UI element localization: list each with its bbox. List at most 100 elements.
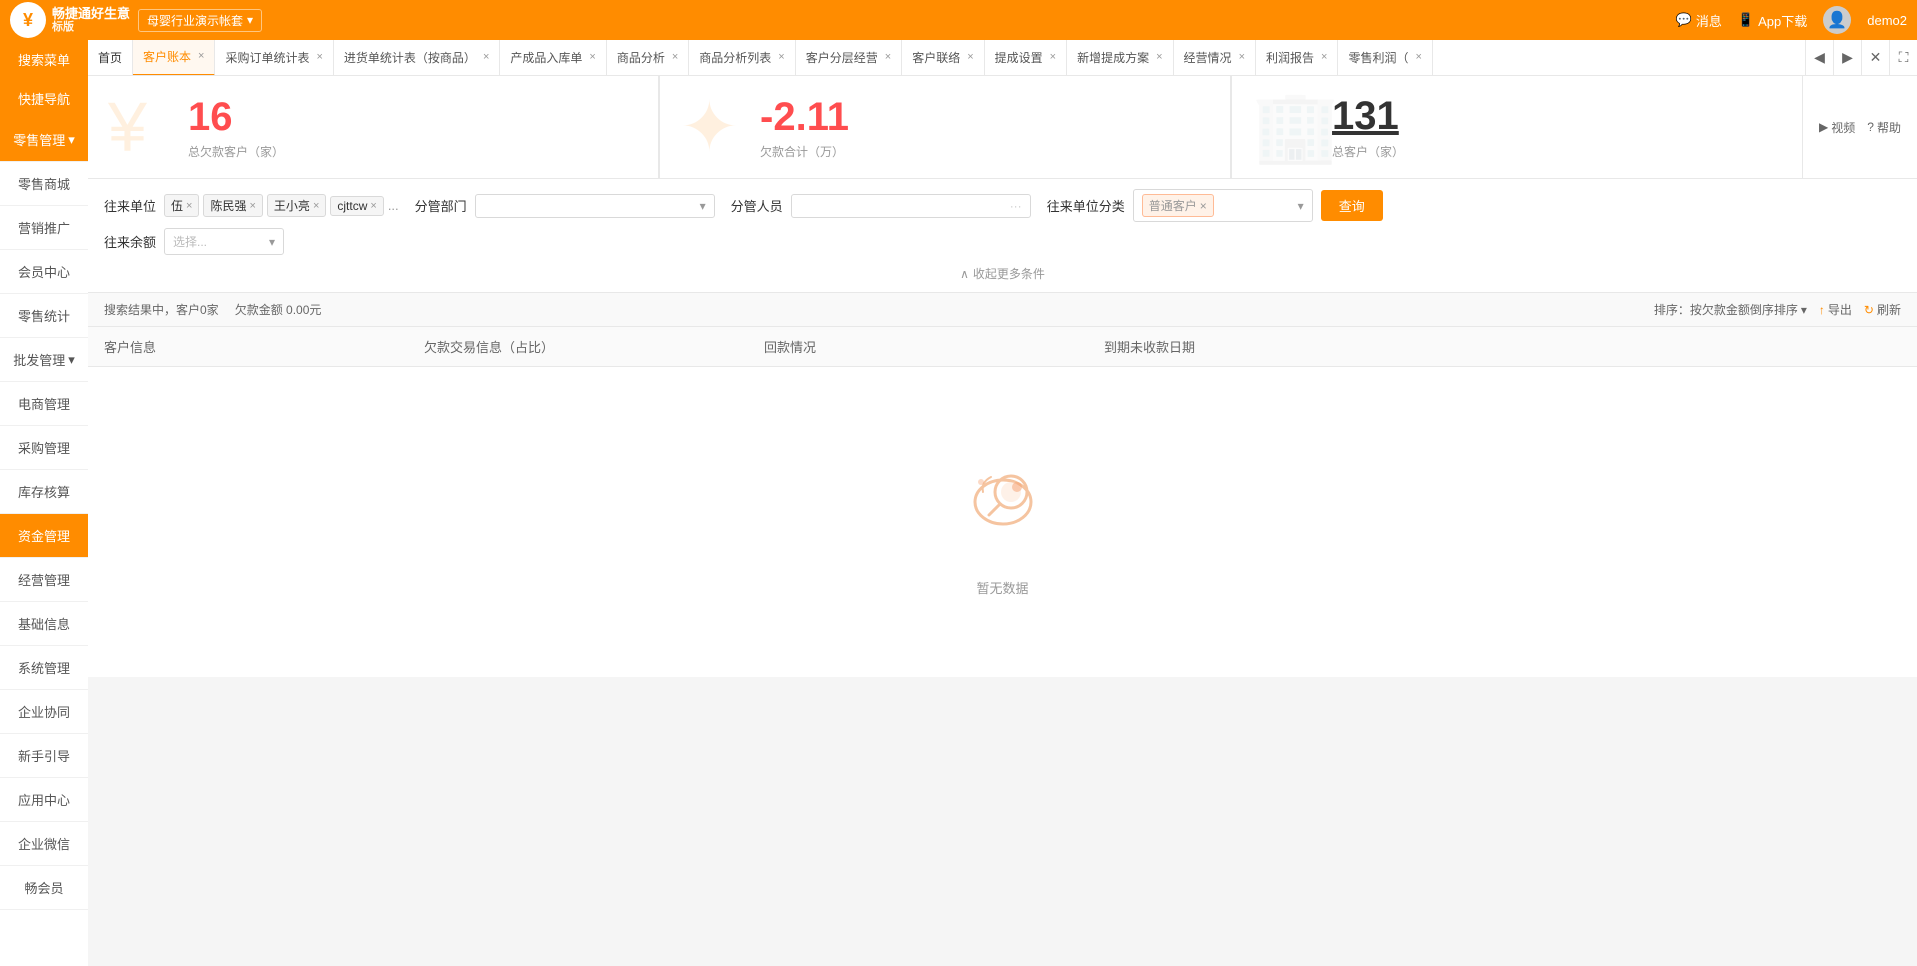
sidebar-item-operations[interactable]: 经营管理 [0,558,88,602]
sidebar-item-wechat[interactable]: 企业微信 [0,822,88,866]
message-button[interactable]: 💬 消息 [1676,11,1722,30]
tab-cost-entry[interactable]: 产成品入库单 × [500,40,606,76]
logo-text: 畅捷通好生意 标版 [52,6,130,35]
filter-bar: 往来单位 伍 × 陈民强 × 王小亮 [88,179,1917,293]
empty-state: 暂无数据 [88,367,1917,677]
tab-customer-contact[interactable]: 客户联络 × [902,40,984,76]
filter-dept-select[interactable]: ▾ [475,194,715,218]
page-content: ¥ 16 总欠款客户（家） ✦ -2.11 欠款合计（万） 🏢 131 [88,76,1917,966]
sidebar-item-batch-mgmt[interactable]: 批发管理▾ [0,338,88,382]
sidebar-quicknav[interactable]: 快捷导航 [0,79,88,118]
filter-tag-cjttcw[interactable]: cjttcw × [330,196,383,216]
app-container: ¥ 畅捷通好生意 标版 母婴行业演示帐套 ▾ 💬 消息 📱 App下载 👤 de [0,0,1917,966]
tab-scroll-left[interactable]: ◀ [1805,40,1833,76]
filter-unittype-select[interactable]: 普通客户 × ▾ [1133,189,1313,222]
tab-close-new-promotion[interactable]: × [1156,52,1162,63]
sidebar-item-ecommerce[interactable]: 电商管理 [0,382,88,426]
tab-scroll-right[interactable]: ▶ [1833,40,1861,76]
export-button[interactable]: ↑ 导出 [1819,301,1852,318]
help-button[interactable]: ? 帮助 [1867,119,1901,136]
collapse-button[interactable]: ∧ 收起更多条件 [104,261,1901,282]
app-download-button[interactable]: 📱 App下载 [1738,11,1807,30]
tag-close-wu[interactable]: × [186,200,192,212]
tab-customer-capital[interactable]: 客户账本 × [133,40,215,76]
tab-product-analysis[interactable]: 商品分析 × [607,40,689,76]
tab-new-promotion[interactable]: 新增提成方案 × [1067,40,1173,76]
sidebar-item-inventory[interactable]: 库存核算 [0,470,88,514]
stats-bar-actions: ▶ 视频 ? 帮助 [1803,76,1917,178]
avatar[interactable]: 👤 [1823,6,1851,34]
tab-promotion-settings[interactable]: 提成设置 × [985,40,1067,76]
username: demo2 [1867,13,1907,28]
sidebar-item-enterprise[interactable]: 企业协同 [0,690,88,734]
stat-label-clients: 总客户（家） [1332,143,1404,160]
tab-retail-profit[interactable]: 零售利润（ × [1338,40,1432,76]
query-button[interactable]: 查询 [1321,190,1383,221]
sidebar-item-retail-mgmt[interactable]: 零售管理 ▾ [0,118,88,162]
filter-dept-label: 分管部门 [415,196,467,215]
tag-close-unittype[interactable]: × [1200,199,1207,213]
refresh-button[interactable]: ↻ 刷新 [1864,301,1901,318]
tab-inventory-stats[interactable]: 进货单统计表（按商品） × [334,40,500,76]
tab-close-all[interactable]: ✕ [1861,40,1889,76]
results-count: 搜索结果中，客户0家 [104,301,219,318]
tab-close-product-analysis-list[interactable]: × [778,52,784,63]
filter-more-units[interactable]: ... [388,198,399,213]
stat-total-debt: ✦ -2.11 欠款合计（万） [660,76,1231,178]
filter-tag-selected-unittype[interactable]: 普通客户 × [1142,194,1214,217]
sidebar-item-appcenter[interactable]: 应用中心 [0,778,88,822]
tab-close-product-analysis[interactable]: × [672,52,678,63]
tab-profit-report[interactable]: 利润报告 × [1256,40,1338,76]
filter-tag-wu[interactable]: 伍 × [164,194,199,217]
sidebar-item-newbie[interactable]: 新手引导 [0,734,88,778]
sort-chevron-icon: ▾ [1801,303,1807,317]
tab-close-promotion-settings[interactable]: × [1050,52,1056,63]
empty-text: 暂无数据 [976,578,1028,597]
sidebar-item-member[interactable]: 会员中心 [0,250,88,294]
tab-close-profit-report[interactable]: × [1321,52,1327,63]
sidebar-item-retail-stats[interactable]: 零售统计 [0,294,88,338]
tab-customer-tier[interactable]: 客户分层经营 × [796,40,902,76]
tag-close-wang[interactable]: × [313,200,319,212]
logo: ¥ 畅捷通好生意 标版 [10,2,130,38]
main-layout: 搜索菜单 快捷导航 零售管理 ▾ 零售商城 营销推广 会员中心 零售统计 批发管… [0,40,1917,966]
sidebar-item-purchase[interactable]: 采购管理 [0,426,88,470]
tab-home[interactable]: 首页 [88,40,133,76]
tab-purchase-order[interactable]: 采购订单统计表 × [215,40,333,76]
sidebar-item-funds[interactable]: 资金管理 [0,514,88,558]
filter-tag-wang[interactable]: 王小亮 × [267,194,326,217]
sidebar: 搜索菜单 快捷导航 零售管理 ▾ 零售商城 营销推广 会员中心 零售统计 批发管… [0,40,88,966]
tab-close-customer-tier[interactable]: × [885,52,891,63]
tab-close-retail-profit[interactable]: × [1415,52,1421,63]
stat-total-clients: 🏢 131 总客户（家） [1232,76,1803,178]
stat-value-debt: -2.11 [760,95,849,139]
video-help-button[interactable]: ▶ 视频 [1819,119,1855,136]
col-header-customer: 客户信息 [104,337,424,356]
sidebar-item-system[interactable]: 系统管理 [0,646,88,690]
tab-fullscreen[interactable]: ⛶ [1889,40,1917,76]
data-table: 客户信息 欠款交易信息（占比） 回款情况 到期未收款日期 [88,327,1917,677]
filter-row-1: 往来单位 伍 × 陈民强 × 王小亮 [104,189,1901,222]
tab-close-customer-capital[interactable]: × [198,51,204,62]
tab-close-purchase-order[interactable]: × [316,52,322,63]
sidebar-item-basics[interactable]: 基础信息 [0,602,88,646]
tab-close-operations-status[interactable]: × [1239,52,1245,63]
filter-balance-select[interactable]: 选择... ▾ [164,228,284,255]
company-dropdown[interactable]: 母婴行业演示帐套 ▾ [138,9,262,32]
tag-close-cjttcw[interactable]: × [370,200,376,212]
results-debt-total: 欠款金额 0.00元 [235,301,322,318]
tag-close-chen[interactable]: × [249,200,255,212]
table-header: 客户信息 欠款交易信息（占比） 回款情况 到期未收款日期 [88,327,1917,367]
sidebar-item-vip[interactable]: 畅会员 [0,866,88,910]
tab-product-analysis-list[interactable]: 商品分析列表 × [689,40,795,76]
sidebar-item-retail-mall[interactable]: 零售商城 [0,162,88,206]
sidebar-item-marketing[interactable]: 营销推广 [0,206,88,250]
tab-close-cost-entry[interactable]: × [589,52,595,63]
filter-tag-chen[interactable]: 陈民强 × [203,194,262,217]
tab-close-inventory-stats[interactable]: × [483,52,489,63]
sort-selector[interactable]: 排序：按欠款金额倒序排序 ▾ [1654,301,1807,318]
tab-operations-status[interactable]: 经营情况 × [1174,40,1256,76]
tab-close-customer-contact[interactable]: × [967,52,973,63]
filter-person-select[interactable]: ··· [791,194,1031,218]
sidebar-search[interactable]: 搜索菜单 [0,40,88,79]
